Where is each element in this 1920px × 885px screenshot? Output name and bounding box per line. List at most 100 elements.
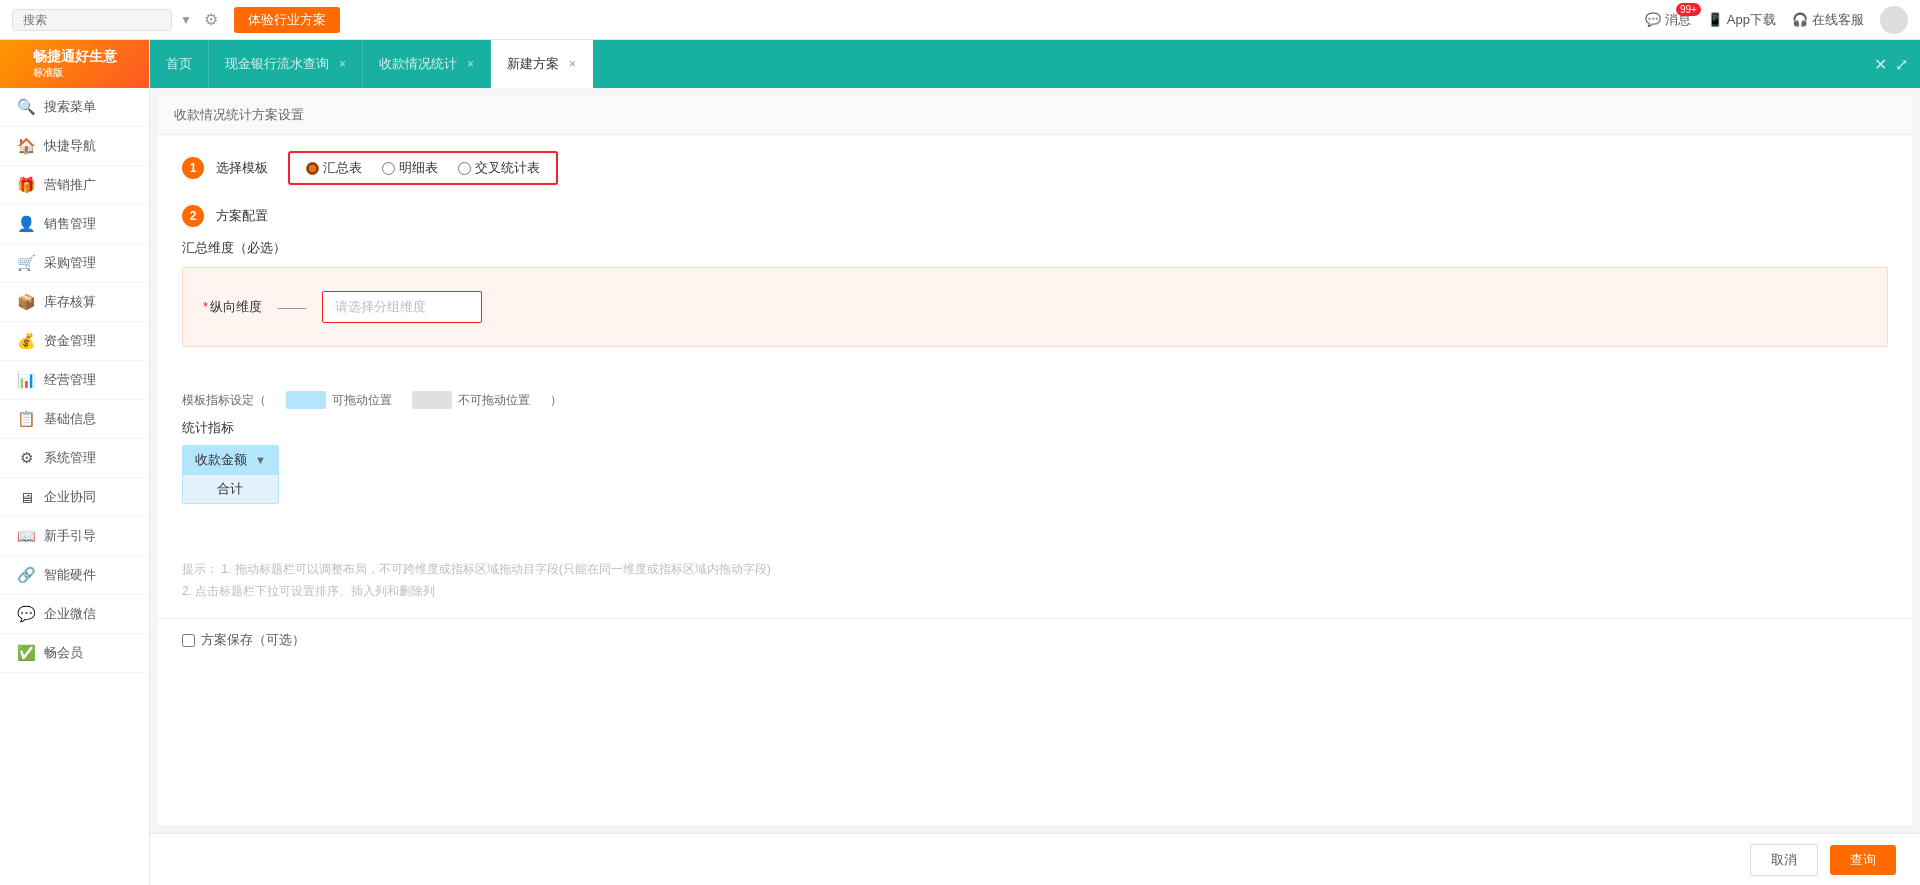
tab-receipts[interactable]: 收款情况统计 × xyxy=(363,40,491,88)
support-icon: 🎧 xyxy=(1792,12,1808,27)
page-inner: 收款情况统计方案设置 1 选择模板 汇总表 xyxy=(158,96,1912,825)
top-bar: ▼ ⚙ 体验行业方案 💬 消息 99+ 📱 App下载 🎧 在线客服 xyxy=(0,0,1920,40)
support-button[interactable]: 🎧 在线客服 xyxy=(1792,11,1864,29)
sidebar-item-label: 企业协同 xyxy=(44,488,96,506)
radio-cross[interactable]: 交叉统计表 xyxy=(458,159,540,177)
money-icon: 💰 xyxy=(16,332,36,350)
sidebar-item-label: 智能硬件 xyxy=(44,566,96,584)
sidebar-item-label: 经营管理 xyxy=(44,371,96,389)
home-icon: 🏠 xyxy=(16,137,36,155)
step2-row: 2 方案配置 汇总维度（必选） *纵向维度 —— 请选择分组维度 xyxy=(182,205,1888,507)
bottom-actions: 取消 查询 xyxy=(150,833,1920,885)
save-checkbox[interactable] xyxy=(182,634,195,647)
step1-badge: 1 xyxy=(182,157,204,179)
stat-header-dropdown-icon[interactable]: ▼ xyxy=(255,454,266,466)
tab-new-plan-close[interactable]: × xyxy=(569,57,576,71)
radio-detail-input[interactable] xyxy=(382,162,395,175)
form-section: 1 选择模板 汇总表 明细表 xyxy=(158,135,1912,543)
dimension-section: 汇总维度（必选） *纵向维度 —— 请选择分组维度 xyxy=(182,239,1888,347)
tab-bar-actions: ✕ ⤢ xyxy=(1862,40,1920,88)
tab-bank-flow[interactable]: 现金银行流水查询 × xyxy=(209,40,363,88)
trial-button[interactable]: 体验行业方案 xyxy=(234,7,340,33)
sidebar-item-collab[interactable]: 🖥 企业协同 xyxy=(0,478,149,517)
sidebar-item-label: 畅会员 xyxy=(44,644,83,662)
required-mark: * xyxy=(203,299,208,314)
step2-label: 方案配置 xyxy=(216,207,268,225)
logo-sub: 标准版 xyxy=(33,66,117,80)
radio-summary-input[interactable] xyxy=(306,162,319,175)
save-option[interactable]: 方案保存（可选） xyxy=(182,631,1888,649)
tab-close-icon[interactable]: ✕ xyxy=(1874,55,1887,74)
messages-button[interactable]: 💬 消息 99+ xyxy=(1645,11,1691,29)
tab-receipts-label: 收款情况统计 xyxy=(379,55,457,73)
sidebar-item-member[interactable]: ✅ 畅会员 xyxy=(0,634,149,673)
content-area: 首页 现金银行流水查询 × 收款情况统计 × 新建方案 × ✕ ⤢ xyxy=(150,40,1920,885)
sidebar-item-inventory[interactable]: 📦 库存核算 xyxy=(0,283,149,322)
sidebar-item-purchase[interactable]: 🛒 采购管理 xyxy=(0,244,149,283)
legend-draggable: 可拖动位置 xyxy=(286,391,392,409)
download-button[interactable]: 📱 App下载 xyxy=(1707,11,1776,29)
radio-cross-label: 交叉统计表 xyxy=(475,159,540,177)
hint-line-2: 2. 点击标题栏下拉可设置排序、插入列和删除列 xyxy=(182,581,1888,603)
gear-icon[interactable]: ⚙ xyxy=(204,10,218,29)
cart-icon: 🛒 xyxy=(16,254,36,272)
sidebar-item-marketing[interactable]: 🎁 营销推广 xyxy=(0,166,149,205)
sidebar-logo: 畅捷通好生意 标准版 xyxy=(0,40,149,88)
tab-receipts-close[interactable]: × xyxy=(467,57,474,71)
sidebar-item-nav[interactable]: 🏠 快捷导航 xyxy=(0,127,149,166)
sidebar-item-label: 系统管理 xyxy=(44,449,96,467)
tab-home[interactable]: 首页 xyxy=(150,40,209,88)
sidebar-item-hardware[interactable]: 🔗 智能硬件 xyxy=(0,556,149,595)
sidebar-item-basic-info[interactable]: 📋 基础信息 xyxy=(0,400,149,439)
sidebar-item-label: 销售管理 xyxy=(44,215,96,233)
tab-expand-icon[interactable]: ⤢ xyxy=(1895,55,1908,74)
tab-new-plan[interactable]: 新建方案 × xyxy=(491,40,593,88)
main-layout: 畅捷通好生意 标准版 🔍 搜索菜单 🏠 快捷导航 🎁 营销推广 👤 销售管理 🛒… xyxy=(0,40,1920,885)
tab-new-plan-label: 新建方案 xyxy=(507,55,559,73)
radio-summary[interactable]: 汇总表 xyxy=(306,159,362,177)
sidebar-item-system[interactable]: ⚙ 系统管理 xyxy=(0,439,149,478)
dimension-grid: *纵向维度 —— 请选择分组维度 xyxy=(182,267,1888,347)
sidebar-item-label: 库存核算 xyxy=(44,293,96,311)
sidebar-item-guide[interactable]: 📖 新手引导 xyxy=(0,517,149,556)
page-footer: 方案保存（可选） xyxy=(158,618,1912,661)
sidebar-item-label: 营销推广 xyxy=(44,176,96,194)
sidebar-item-label: 基础信息 xyxy=(44,410,96,428)
legend-prefix: 模板指标设定（ xyxy=(182,392,266,409)
cancel-button[interactable]: 取消 xyxy=(1750,844,1818,876)
user-avatar[interactable] xyxy=(1880,6,1908,34)
query-button[interactable]: 查询 xyxy=(1830,845,1896,875)
member-icon: ✅ xyxy=(16,644,36,662)
arrow-icon: —— xyxy=(278,299,306,315)
tab-bank-flow-close[interactable]: × xyxy=(339,57,346,71)
wechat-icon: 💬 xyxy=(16,605,36,623)
sidebar-item-label: 新手引导 xyxy=(44,527,96,545)
page-header: 收款情况统计方案设置 xyxy=(158,96,1912,135)
dropdown-arrow-icon[interactable]: ▼ xyxy=(180,13,192,27)
sidebar-item-sales[interactable]: 👤 销售管理 xyxy=(0,205,149,244)
gift-icon: 🎁 xyxy=(16,176,36,194)
stat-cell: 合计 xyxy=(183,474,278,503)
stat-table: 收款金额 ▼ 合计 xyxy=(182,445,279,504)
sidebar-item-label: 采购管理 xyxy=(44,254,96,272)
dimension-title: 汇总维度（必选） xyxy=(182,239,1888,257)
tab-bank-flow-label: 现金银行流水查询 xyxy=(225,55,329,73)
stat-header[interactable]: 收款金额 ▼ xyxy=(183,446,278,474)
radio-detail[interactable]: 明细表 xyxy=(382,159,438,177)
step2-badge: 2 xyxy=(182,205,204,227)
sidebar-item-finance[interactable]: 💰 资金管理 xyxy=(0,322,149,361)
download-icon: 📱 xyxy=(1707,12,1723,27)
tab-home-label: 首页 xyxy=(166,55,192,73)
hint-section: 提示： 1. 拖动标题栏可以调整布局，不可跨维度或指标区域拖动目字段(只能在同一… xyxy=(158,543,1912,618)
search-input[interactable] xyxy=(12,9,172,31)
sidebar-item-wechat[interactable]: 💬 企业微信 xyxy=(0,595,149,634)
template-radio-group: 汇总表 明细表 交叉统计表 xyxy=(288,151,558,185)
radio-cross-input[interactable] xyxy=(458,162,471,175)
radio-detail-label: 明细表 xyxy=(399,159,438,177)
messages-badge: 99+ xyxy=(1676,3,1701,16)
group-dim-select[interactable]: 请选择分组维度 xyxy=(322,291,482,323)
sidebar-item-management[interactable]: 📊 经营管理 xyxy=(0,361,149,400)
draggable-box xyxy=(286,391,326,409)
sidebar-item-search[interactable]: 🔍 搜索菜单 xyxy=(0,88,149,127)
chart-icon: 📊 xyxy=(16,371,36,389)
